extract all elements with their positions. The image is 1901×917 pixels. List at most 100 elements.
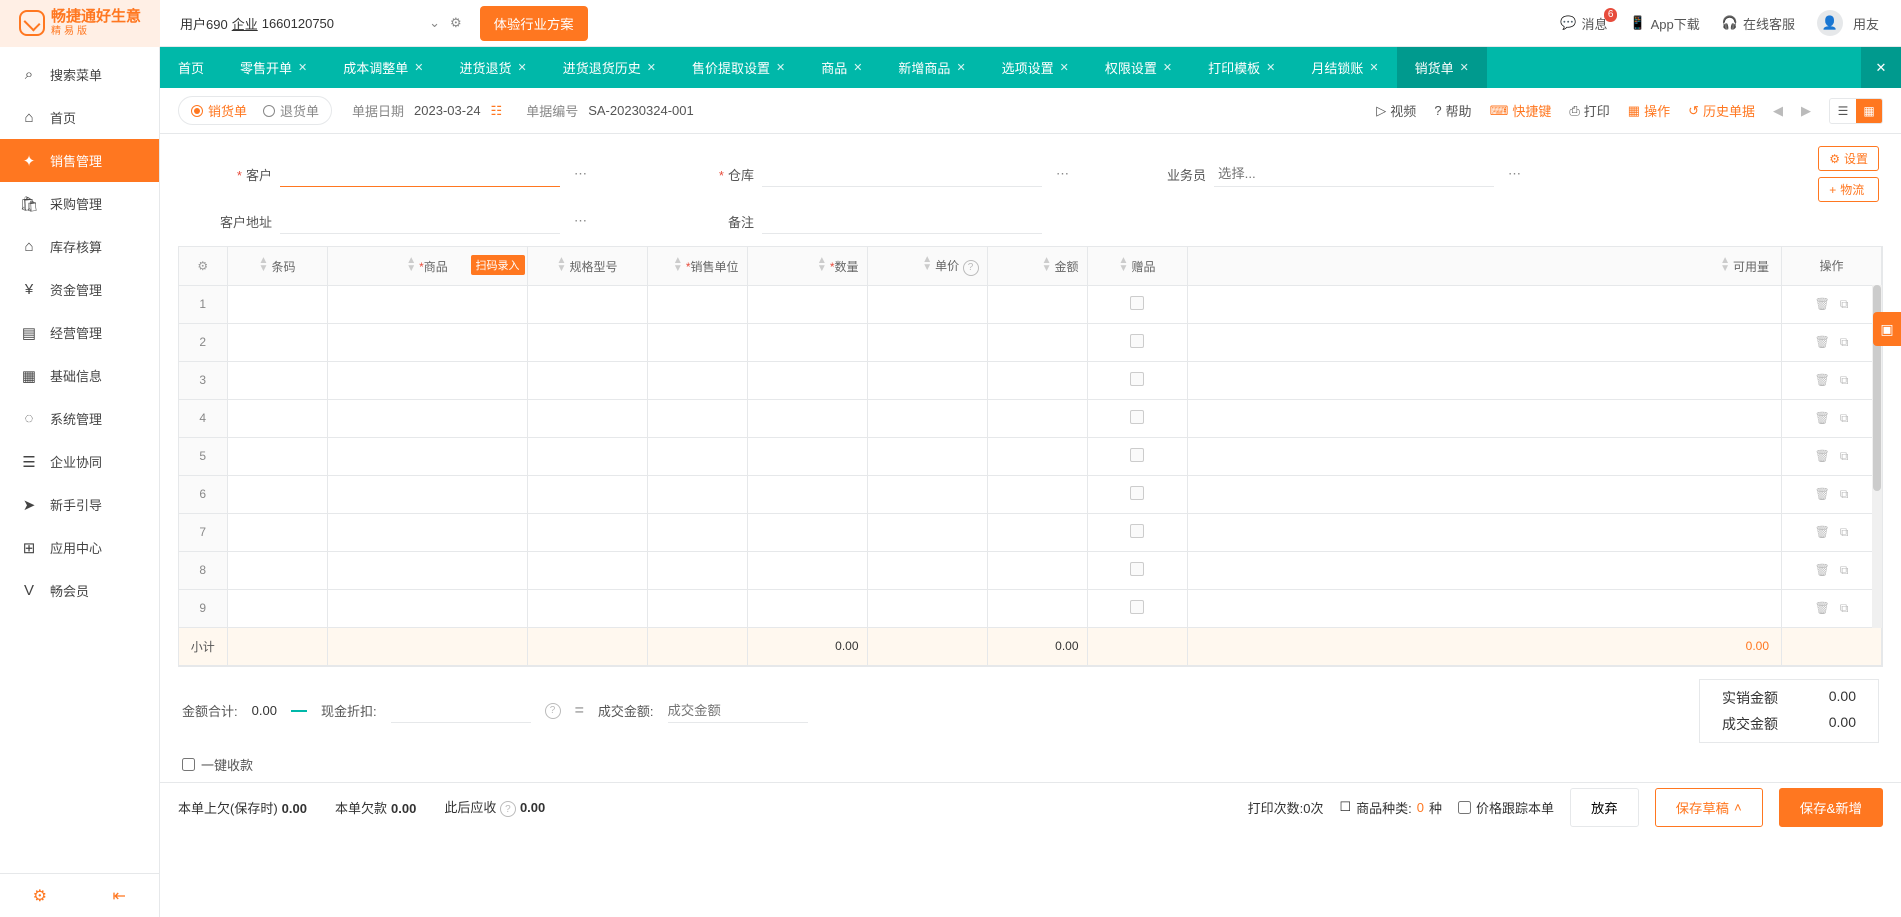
cell-unit[interactable] xyxy=(647,551,747,589)
cell-barcode[interactable] xyxy=(227,323,327,361)
column-settings-icon[interactable]: ⚙ xyxy=(197,259,208,273)
cell-available[interactable] xyxy=(1187,323,1782,361)
sidebar-settings-button[interactable]: ⚙ xyxy=(0,886,80,906)
sidebar-finance[interactable]: ¥资金管理 xyxy=(0,268,159,311)
copy-row-icon[interactable]: ⧉ xyxy=(1840,297,1849,312)
gift-checkbox[interactable] xyxy=(1130,296,1144,310)
cell-gift[interactable] xyxy=(1087,285,1187,323)
delete-row-icon[interactable]: 🗑 xyxy=(1815,487,1830,501)
tab-首页[interactable]: 首页 xyxy=(160,47,222,88)
save-new-button[interactable]: 保存&新增 xyxy=(1779,788,1883,827)
cell-gift[interactable] xyxy=(1087,361,1187,399)
sidebar-vip[interactable]: V畅会员 xyxy=(0,569,159,612)
warehouse-more-button[interactable]: ⋯ xyxy=(1050,166,1076,182)
cell-amount[interactable] xyxy=(987,361,1087,399)
cell-available[interactable] xyxy=(1187,513,1782,551)
salesperson-input[interactable] xyxy=(1214,161,1494,187)
video-button[interactable]: ▷视频 xyxy=(1376,101,1416,120)
cell-unit[interactable] xyxy=(647,361,747,399)
one-click-checkbox[interactable] xyxy=(182,758,195,771)
table-row[interactable]: 1 🗑⧉ xyxy=(179,285,1882,323)
close-icon[interactable]: ✕ xyxy=(1060,61,1069,74)
cell-qty[interactable] xyxy=(747,551,867,589)
scan-entry-badge[interactable]: 扫码录入 xyxy=(471,255,525,275)
cell-amount[interactable] xyxy=(987,323,1087,361)
cell-spec[interactable] xyxy=(527,589,647,627)
deal-amount-input[interactable] xyxy=(668,699,808,723)
sidebar-collab[interactable]: ☰企业协同 xyxy=(0,440,159,483)
save-draft-button[interactable]: 保存草稿˄ xyxy=(1655,788,1763,827)
cell-price[interactable] xyxy=(867,475,987,513)
logo[interactable]: 畅捷通好生意 精易版 xyxy=(0,0,160,47)
cell-product[interactable] xyxy=(327,551,527,589)
copy-row-icon[interactable]: ⧉ xyxy=(1840,563,1849,578)
cell-barcode[interactable] xyxy=(227,513,327,551)
sort-icon[interactable]: ▲▼ xyxy=(259,257,269,273)
cell-amount[interactable] xyxy=(987,589,1087,627)
close-icon[interactable]: ✕ xyxy=(647,61,656,74)
cell-price[interactable] xyxy=(867,551,987,589)
tab-选项设置[interactable]: 选项设置✕ xyxy=(984,47,1087,88)
table-row[interactable]: 3 🗑⧉ xyxy=(179,361,1882,399)
sidebar-purchase[interactable]: 🛍采购管理 xyxy=(0,182,159,225)
help-button[interactable]: ?帮助 xyxy=(1434,101,1471,120)
cell-gift[interactable] xyxy=(1087,513,1187,551)
discount-input[interactable] xyxy=(391,699,531,723)
cell-unit[interactable] xyxy=(647,399,747,437)
discard-button[interactable]: 放弃 xyxy=(1570,788,1639,827)
cell-spec[interactable] xyxy=(527,513,647,551)
table-row[interactable]: 5 🗑⧉ xyxy=(179,437,1882,475)
table-row[interactable]: 6 🗑⧉ xyxy=(179,475,1882,513)
tab-商品[interactable]: 商品✕ xyxy=(803,47,880,88)
sidebar-search[interactable]: ⌕搜索菜单 xyxy=(0,53,159,96)
settings-button[interactable]: ⚙设置 xyxy=(1818,146,1879,171)
operate-button[interactable]: ▦操作 xyxy=(1628,101,1670,120)
next-doc-button[interactable]: ▶ xyxy=(1801,103,1811,119)
tab-新增商品[interactable]: 新增商品✕ xyxy=(880,47,983,88)
messages-button[interactable]: 💬 消息 6 xyxy=(1560,14,1607,33)
cell-gift[interactable] xyxy=(1087,437,1187,475)
sidebar-collapse-button[interactable]: ⇤ xyxy=(80,886,160,906)
close-all-tabs-button[interactable]: ✕ xyxy=(1861,47,1901,88)
warehouse-input[interactable] xyxy=(762,161,1042,187)
close-icon[interactable]: ✕ xyxy=(518,61,527,74)
sort-icon[interactable]: ▲▼ xyxy=(1042,257,1052,273)
cell-price[interactable] xyxy=(867,399,987,437)
receivable-help-icon[interactable]: ? xyxy=(500,801,516,817)
cell-amount[interactable] xyxy=(987,475,1087,513)
cell-unit[interactable] xyxy=(647,323,747,361)
cell-amount[interactable] xyxy=(987,285,1087,323)
cell-qty[interactable] xyxy=(747,475,867,513)
print-button[interactable]: ⎙打印 xyxy=(1569,101,1609,120)
cell-gift[interactable] xyxy=(1087,399,1187,437)
cell-barcode[interactable] xyxy=(227,475,327,513)
sort-icon[interactable]: ▲▼ xyxy=(406,257,416,273)
customer-input[interactable] xyxy=(280,161,560,187)
cell-amount[interactable] xyxy=(987,399,1087,437)
gift-checkbox[interactable] xyxy=(1130,562,1144,576)
copy-row-icon[interactable]: ⧉ xyxy=(1840,449,1849,464)
tab-销货单[interactable]: 销货单✕ xyxy=(1397,47,1487,88)
cell-available[interactable] xyxy=(1187,361,1782,399)
cell-product[interactable] xyxy=(327,399,527,437)
cell-spec[interactable] xyxy=(527,437,647,475)
cell-gift[interactable] xyxy=(1087,589,1187,627)
sidebar-basic[interactable]: ▦基础信息 xyxy=(0,354,159,397)
cell-barcode[interactable] xyxy=(227,399,327,437)
cell-price[interactable] xyxy=(867,589,987,627)
gear-icon[interactable]: ⚙ xyxy=(450,15,462,31)
cell-gift[interactable] xyxy=(1087,323,1187,361)
gift-checkbox[interactable] xyxy=(1130,372,1144,386)
cell-qty[interactable] xyxy=(747,323,867,361)
gift-checkbox[interactable] xyxy=(1130,410,1144,424)
close-icon[interactable]: ✕ xyxy=(956,61,965,74)
discount-help-icon[interactable]: ? xyxy=(545,703,561,719)
tab-进货退货[interactable]: 进货退货✕ xyxy=(441,47,544,88)
sort-icon[interactable]: ▲▼ xyxy=(1119,257,1129,273)
sidebar-system[interactable]: ◌系统管理 xyxy=(0,397,159,440)
cell-amount[interactable] xyxy=(987,551,1087,589)
table-row[interactable]: 7 🗑⧉ xyxy=(179,513,1882,551)
radio-sale[interactable]: 销货单 xyxy=(191,101,247,120)
sort-icon[interactable]: ▲▼ xyxy=(673,257,683,273)
cell-available[interactable] xyxy=(1187,437,1782,475)
